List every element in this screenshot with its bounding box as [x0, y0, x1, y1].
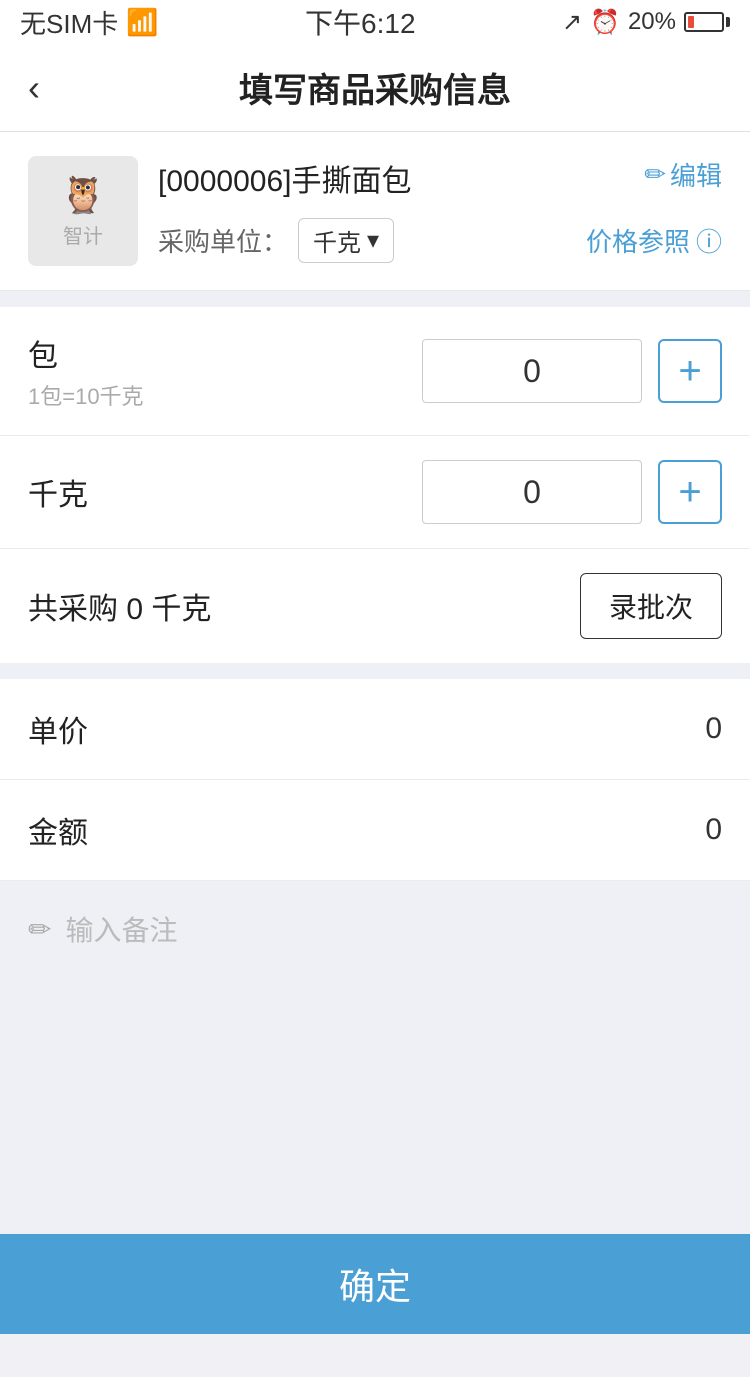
price-section: 单价 0 金额 0 — [0, 679, 750, 881]
product-card: 🦉 智计 [0000006]手撕面包 ✏ 编辑 采购单位： 千克 ▾ 价格参照 … — [0, 132, 750, 291]
section-divider-2 — [0, 663, 750, 679]
bag-input[interactable]: 0 — [422, 339, 642, 403]
main-content — [0, 977, 750, 1277]
product-header: [0000006]手撕面包 ✏ 编辑 — [158, 156, 722, 200]
note-placeholder: 输入备注 — [65, 909, 177, 949]
confirm-button[interactable]: 确定 — [0, 1234, 750, 1334]
battery-icon — [684, 12, 730, 32]
location-icon: ↗ — [562, 8, 582, 37]
price-reference-button[interactable]: 价格参照 ⓘ — [586, 222, 722, 259]
help-icon: ⓘ — [696, 222, 722, 259]
edit-label: 编辑 — [670, 156, 722, 193]
purchase-unit-row: 采购单位： 千克 ▾ 价格参照 ⓘ — [158, 218, 722, 263]
chevron-down-icon: ▾ — [367, 226, 379, 255]
unit-price-value: 0 — [705, 712, 722, 746]
kg-label: 千克 — [28, 470, 148, 514]
form-section: 包 1包=10千克 0 + 千克 0 + — [0, 307, 750, 549]
product-thumb-text: 智计 — [63, 220, 103, 249]
bag-input-group: 0 + — [148, 339, 722, 403]
summary-text: 共采购 0 千克 — [28, 584, 211, 628]
kg-label-group: 千克 — [28, 470, 148, 514]
purchase-unit-label: 采购单位： 千克 ▾ — [158, 218, 394, 263]
amount-value: 0 — [705, 813, 722, 847]
unit-price-label: 单价 — [28, 707, 88, 751]
alarm-icon: ⏰ — [590, 8, 620, 37]
back-button[interactable]: ‹ — [28, 67, 40, 109]
unit-price-row: 单价 0 — [0, 679, 750, 780]
note-section[interactable]: ✏ 输入备注 — [0, 881, 750, 977]
bag-label: 包 — [28, 331, 148, 375]
amount-label: 金额 — [28, 808, 88, 852]
product-name: [0000006]手撕面包 — [158, 156, 644, 200]
unit-select[interactable]: 千克 ▾ — [298, 218, 394, 263]
edit-button[interactable]: ✏ 编辑 — [644, 156, 722, 193]
section-divider-1 — [0, 291, 750, 307]
status-time: 下午6:12 — [305, 2, 416, 42]
bag-row: 包 1包=10千克 0 + — [0, 307, 750, 436]
carrier-label: 无SIM卡 — [20, 4, 118, 41]
wifi-icon: 📶 — [126, 7, 158, 38]
summary-row: 共采购 0 千克 录批次 — [0, 549, 750, 663]
nav-bar: ‹ 填写商品采购信息 — [0, 44, 750, 132]
edit-icon: ✏ — [644, 159, 666, 190]
bag-sublabel: 1包=10千克 — [28, 379, 148, 411]
page-title: 填写商品采购信息 — [239, 63, 511, 112]
kg-input[interactable]: 0 — [422, 460, 642, 524]
amount-row: 金额 0 — [0, 780, 750, 881]
record-batch-button[interactable]: 录批次 — [580, 573, 722, 639]
battery-percent: 20% — [628, 8, 676, 36]
kg-row: 千克 0 + — [0, 436, 750, 549]
kg-input-group: 0 + — [148, 460, 722, 524]
status-right: ↗ ⏰ 20% — [562, 8, 730, 37]
product-owl-icon: 🦉 — [61, 174, 106, 216]
pencil-icon: ✏ — [28, 913, 51, 946]
bag-label-group: 包 1包=10千克 — [28, 331, 148, 411]
bag-plus-button[interactable]: + — [658, 339, 722, 403]
product-info: [0000006]手撕面包 ✏ 编辑 采购单位： 千克 ▾ 价格参照 ⓘ — [158, 156, 722, 263]
kg-plus-button[interactable]: + — [658, 460, 722, 524]
product-thumbnail: 🦉 智计 — [28, 156, 138, 266]
status-left: 无SIM卡 📶 — [20, 4, 159, 41]
status-bar: 无SIM卡 📶 下午6:12 ↗ ⏰ 20% — [0, 0, 750, 44]
